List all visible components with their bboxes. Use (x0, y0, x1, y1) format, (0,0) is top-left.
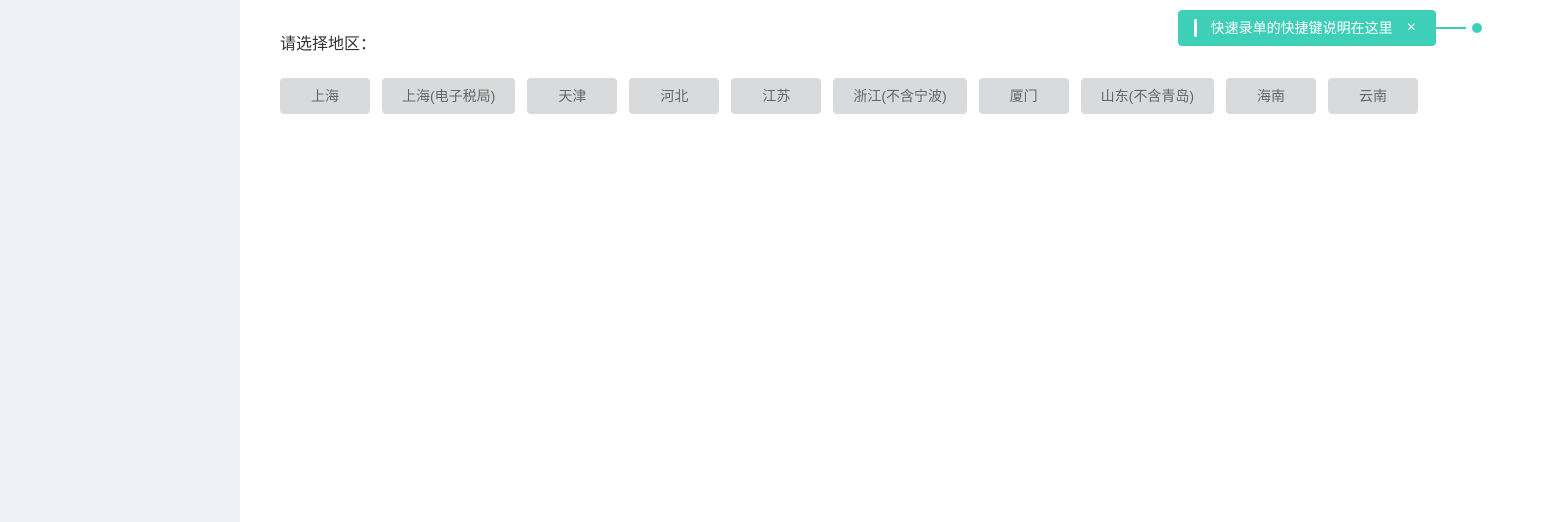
left-sidebar (0, 0, 240, 522)
region-button-8[interactable]: 海南 (1226, 78, 1316, 114)
region-button-6[interactable]: 厦门 (979, 78, 1069, 114)
tooltip-close-button[interactable]: × (1403, 20, 1420, 36)
region-button-5[interactable]: 浙江(不含宁波) (833, 78, 966, 114)
tooltip-text: 快速录单的快捷键说明在这里 (1211, 18, 1393, 38)
region-button-7[interactable]: 山东(不含青岛) (1081, 78, 1214, 114)
tooltip-content: 快速录单的快捷键说明在这里 × (1178, 10, 1436, 46)
region-button-2[interactable]: 天津 (527, 78, 617, 114)
tooltip-line (1436, 27, 1466, 29)
region-button-3[interactable]: 河北 (629, 78, 719, 114)
tooltip-dot (1472, 23, 1482, 33)
main-content: 请选择地区： 上海上海(电子税局)天津河北江苏浙江(不含宁波)厦门山东(不含青岛… (240, 0, 1562, 522)
bar-indicator-icon (1194, 19, 1197, 37)
region-button-4[interactable]: 江苏 (731, 78, 821, 114)
region-button-0[interactable]: 上海 (280, 78, 370, 114)
tooltip-bar: 快速录单的快捷键说明在这里 × (1178, 10, 1482, 46)
region-buttons: 上海上海(电子税局) 天津河北江苏浙江(不含宁波) 厦门山东(不含青岛) 海南云南 (280, 78, 1522, 114)
region-button-1[interactable]: 上海(电子税局) (382, 78, 515, 114)
region-button-9[interactable]: 云南 (1328, 78, 1418, 114)
